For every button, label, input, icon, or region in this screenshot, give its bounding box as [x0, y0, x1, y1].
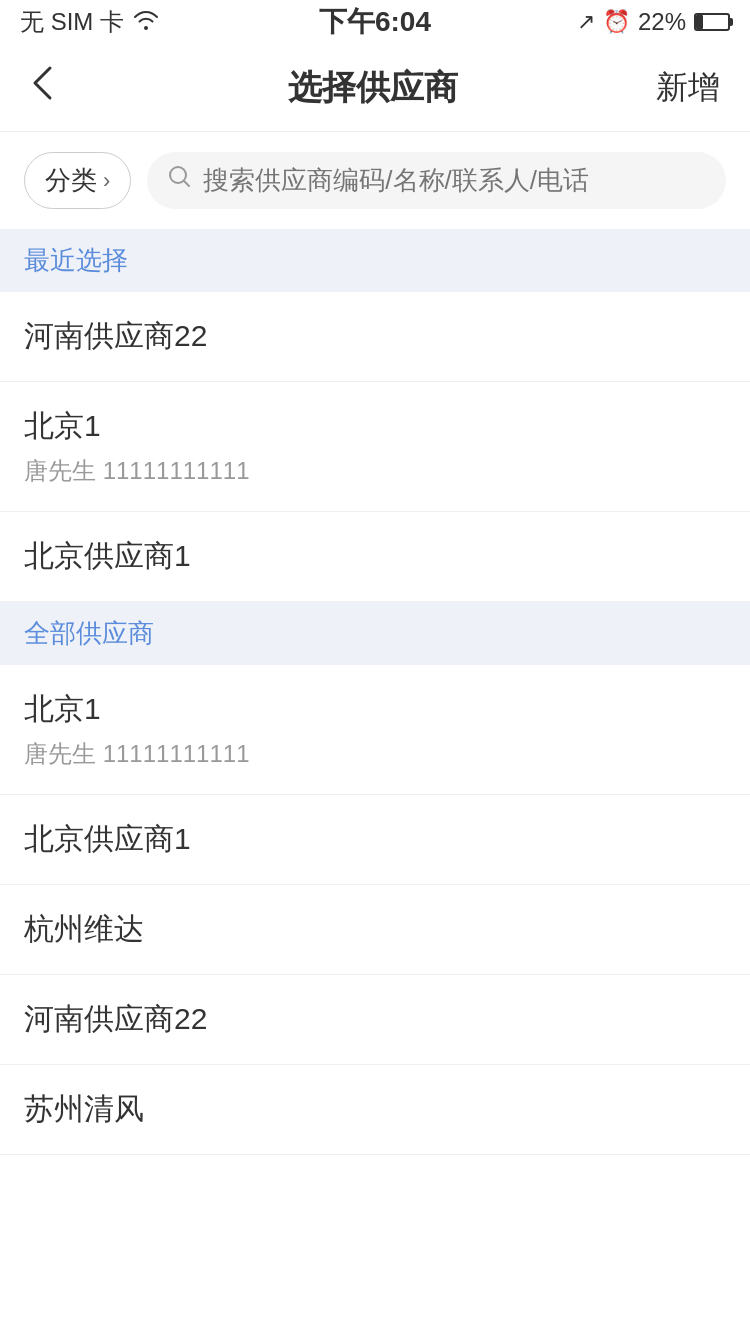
battery-text: 22% [638, 8, 686, 36]
battery-icon [694, 13, 730, 31]
back-button[interactable] [30, 64, 90, 111]
list-item[interactable]: 北京1 唐先生 11111111111 [0, 382, 750, 512]
item-name: 苏州清风 [24, 1089, 726, 1130]
item-name: 北京1 [24, 406, 726, 447]
list-item[interactable]: 杭州维达 [0, 885, 750, 975]
location-icon: ↗ [577, 9, 595, 35]
item-contact: 唐先生 11111111111 [24, 738, 726, 770]
alarm-icon: ⏰ [603, 9, 630, 35]
list-item[interactable]: 北京供应商1 [0, 512, 750, 602]
item-name: 河南供应商22 [24, 316, 726, 357]
recent-section-header: 最近选择 [0, 229, 750, 292]
all-section-header: 全部供应商 [0, 602, 750, 665]
wifi-icon [132, 8, 160, 36]
status-left: 无 SIM 卡 [20, 6, 160, 38]
list-item[interactable]: 北京供应商1 [0, 795, 750, 885]
item-name: 杭州维达 [24, 909, 726, 950]
category-filter[interactable]: 分类 › [24, 152, 131, 209]
status-time: 下午6:04 [319, 3, 431, 41]
nav-bar: 选择供应商 新增 [0, 44, 750, 132]
list-item[interactable]: 苏州清风 [0, 1065, 750, 1155]
status-bar: 无 SIM 卡 下午6:04 ↗ ⏰ 22% [0, 0, 750, 44]
carrier-text: 无 SIM 卡 [20, 6, 124, 38]
item-contact: 唐先生 11111111111 [24, 455, 726, 487]
category-label: 分类 [45, 163, 97, 198]
item-name: 北京供应商1 [24, 536, 726, 577]
item-name: 北京供应商1 [24, 819, 726, 860]
list-item[interactable]: 河南供应商22 [0, 975, 750, 1065]
chevron-right-icon: › [103, 168, 110, 194]
item-name: 河南供应商22 [24, 999, 726, 1040]
add-button[interactable]: 新增 [656, 66, 720, 110]
nav-title: 选择供应商 [288, 65, 458, 111]
list-item[interactable]: 北京1 唐先生 11111111111 [0, 665, 750, 795]
search-icon [167, 164, 193, 197]
search-box[interactable] [147, 152, 726, 209]
status-right: ↗ ⏰ 22% [577, 8, 730, 36]
all-list: 北京1 唐先生 11111111111 北京供应商1 杭州维达河南供应商22 苏州清风 [0, 665, 750, 1155]
list-item[interactable]: 河南供应商22 [0, 292, 750, 382]
filter-bar: 分类 › [0, 132, 750, 229]
item-name: 北京1 [24, 689, 726, 730]
recent-list: 河南供应商22 北京1 唐先生 11111111111 北京供应商1 [0, 292, 750, 602]
search-input[interactable] [203, 165, 706, 196]
